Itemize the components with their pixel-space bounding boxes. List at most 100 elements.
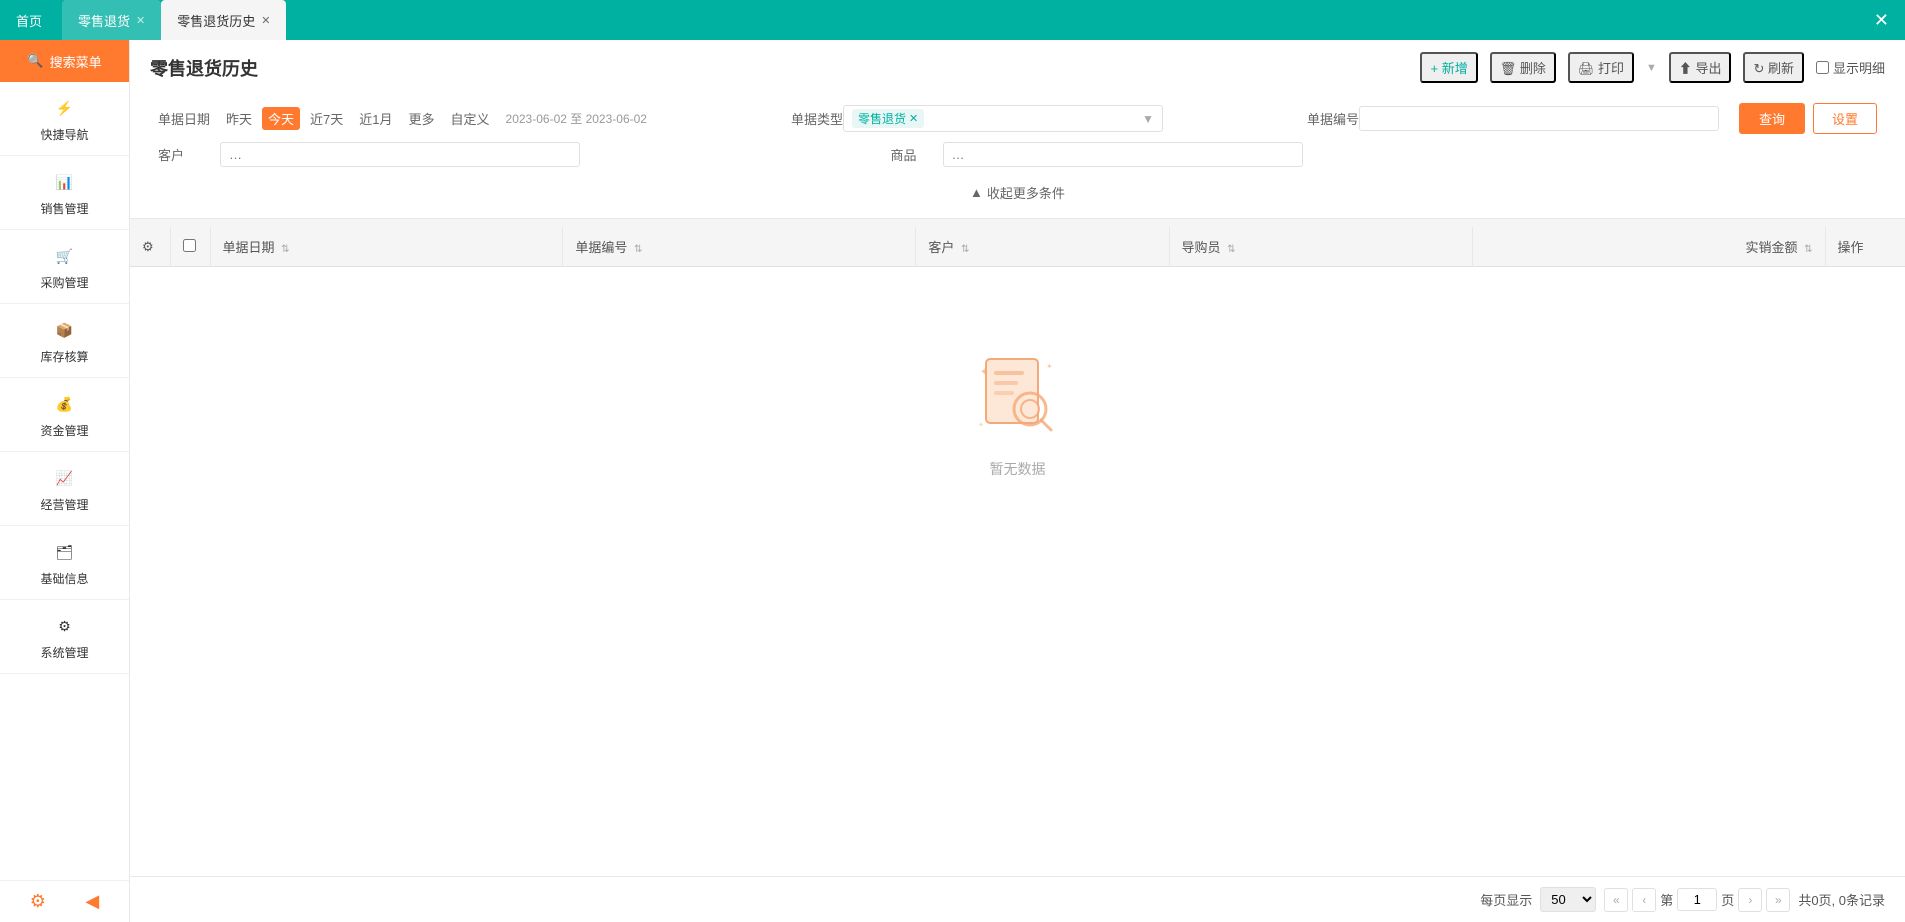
th-actions: 操作 <box>1825 227 1905 267</box>
goods-label: 商品 <box>883 145 943 164</box>
empty-state: ✦ ✦ ✦ 暂无数据 <box>130 267 1905 559</box>
table-area: ⚙ 单据日期 ⇅ 单据编号 ⇅ <box>130 227 1905 876</box>
tab-retail-return-history-label: 零售退货历史 <box>177 11 255 30</box>
sidebar-item-system-label: 系统管理 <box>40 644 88 661</box>
sort-guide-icon: ⇅ <box>1227 244 1235 255</box>
sidebar: 🔍 搜索菜单 ⚡ 快捷导航 📊 销售管理 🛒 采购管理 📦 库存核算 💰 资金管… <box>0 40 130 922</box>
th-amount[interactable]: 实销金额 ⇅ <box>1472 227 1825 267</box>
sidebar-item-finance-label: 资金管理 <box>40 422 88 439</box>
page-number-input[interactable] <box>1677 888 1717 911</box>
tab-retail-return[interactable]: 零售退货 ✕ <box>62 0 161 40</box>
date-opt-yesterday[interactable]: 昨天 <box>220 107 258 130</box>
tab-home-label: 首页 <box>16 11 42 30</box>
tab-retail-return-history-close[interactable]: ✕ <box>261 14 270 27</box>
refresh-button[interactable]: ↻ 刷新 <box>1743 52 1804 83</box>
date-label: 单据日期 <box>150 109 220 128</box>
svg-text:✦: ✦ <box>980 367 988 378</box>
finance-icon: 💰 <box>51 390 79 418</box>
sort-customer-icon: ⇅ <box>961 244 969 255</box>
sidebar-search[interactable]: 🔍 搜索菜单 <box>0 40 129 82</box>
sidebar-item-quick-nav[interactable]: ⚡ 快捷导航 <box>0 82 129 156</box>
filter-area: 单据日期 昨天 今天 近7天 近1月 更多 自定义 2023-06-02 至 2… <box>150 95 1885 218</box>
th-customer[interactable]: 客户 ⇅ <box>916 227 1169 267</box>
empty-icon: ✦ ✦ ✦ <box>968 347 1068 447</box>
per-page-select[interactable]: 50 10 20 100 <box>1540 887 1596 912</box>
first-page-btn[interactable]: « <box>1604 888 1628 912</box>
type-filter[interactable]: 零售退货 ✕ ▼ <box>843 105 1163 132</box>
sidebar-item-base-info-label: 基础信息 <box>40 570 88 587</box>
sidebar-item-purchase-mgmt-label: 采购管理 <box>40 274 88 291</box>
print-dropdown-icon[interactable]: ▼ <box>1646 62 1657 74</box>
top-bar: 首页 零售退货 ✕ 零售退货历史 ✕ ✕ <box>0 0 1905 40</box>
th-check[interactable] <box>170 227 210 267</box>
sidebar-item-inventory[interactable]: 📦 库存核算 <box>0 304 129 378</box>
date-opt-7days[interactable]: 近7天 <box>304 107 349 130</box>
sort-date-icon: ⇅ <box>281 244 289 255</box>
sidebar-item-base-info[interactable]: 🗂 基础信息 <box>0 526 129 600</box>
tab-list: 首页 零售退货 ✕ 零售退货历史 ✕ <box>0 0 1874 40</box>
select-all-checkbox[interactable] <box>183 239 196 252</box>
th-settings[interactable]: ⚙ <box>130 227 170 267</box>
type-tag-value: 零售退货 <box>858 110 906 127</box>
show-detail-label: 显示明细 <box>1816 58 1885 77</box>
tab-retail-return-close[interactable]: ✕ <box>136 14 145 27</box>
sidebar-item-purchase-mgmt[interactable]: 🛒 采购管理 <box>0 230 129 304</box>
th-number[interactable]: 单据编号 ⇅ <box>563 227 916 267</box>
id-input[interactable] <box>1359 106 1719 131</box>
tab-home[interactable]: 首页 <box>0 0 58 40</box>
page-header-top: 零售退货历史 + 新增 🗑 删除 🖨 打印 ▼ ⬆ 导出 ↻ 刷新 显示明细 <box>150 52 1885 83</box>
total-info: 共0页, 0条记录 <box>1798 890 1885 909</box>
new-button[interactable]: + 新增 <box>1420 52 1477 83</box>
sidebar-item-operations-label: 经营管理 <box>40 496 88 513</box>
last-page-btn[interactable]: » <box>1766 888 1790 912</box>
main-layout: 🔍 搜索菜单 ⚡ 快捷导航 📊 销售管理 🛒 采购管理 📦 库存核算 💰 资金管… <box>0 40 1905 922</box>
empty-text: 暂无数据 <box>990 459 1046 479</box>
content-area: 零售退货历史 + 新增 🗑 删除 🖨 打印 ▼ ⬆ 导出 ↻ 刷新 显示明细 <box>130 40 1905 922</box>
inventory-icon: 📦 <box>51 316 79 344</box>
date-opt-more[interactable]: 更多 <box>403 107 441 130</box>
id-label: 单据编号 <box>1299 109 1359 128</box>
sidebar-item-system[interactable]: ⚙ 系统管理 <box>0 600 129 674</box>
export-button[interactable]: ⬆ 导出 <box>1669 52 1732 83</box>
th-date[interactable]: 单据日期 ⇅ <box>210 227 563 267</box>
sidebar-item-quick-nav-label: 快捷导航 <box>40 126 88 143</box>
purchase-mgmt-icon: 🛒 <box>51 242 79 270</box>
sales-mgmt-icon: 📊 <box>51 168 79 196</box>
collapse-up-icon: ▲ <box>970 185 983 200</box>
type-dropdown-icon[interactable]: ▼ <box>1142 112 1154 126</box>
type-tag-close[interactable]: ✕ <box>909 112 918 125</box>
goods-input[interactable] <box>943 142 1303 167</box>
show-detail-checkbox[interactable] <box>1816 61 1829 74</box>
prev-page-btn[interactable]: ‹ <box>1632 888 1656 912</box>
th-guide[interactable]: 导购员 ⇅ <box>1169 227 1472 267</box>
page-header: 零售退货历史 + 新增 🗑 删除 🖨 打印 ▼ ⬆ 导出 ↻ 刷新 显示明细 <box>130 40 1905 219</box>
sidebar-collapse-btn[interactable]: ◀ <box>85 891 99 912</box>
per-page-label: 每页显示 <box>1480 890 1532 909</box>
date-opt-custom[interactable]: 自定义 <box>445 107 496 130</box>
sort-number-icon: ⇅ <box>634 244 642 255</box>
sidebar-item-finance[interactable]: 💰 资金管理 <box>0 378 129 452</box>
next-page-btn[interactable]: › <box>1738 888 1762 912</box>
sidebar-item-sales-mgmt[interactable]: 📊 销售管理 <box>0 156 129 230</box>
sidebar-item-inventory-label: 库存核算 <box>40 348 88 365</box>
setting-button[interactable]: 设置 <box>1813 103 1877 134</box>
search-icon: 🔍 <box>27 53 43 69</box>
date-opt-today[interactable]: 今天 <box>262 107 300 130</box>
page-nav: « ‹ 第 页 › » <box>1604 888 1790 912</box>
sidebar-item-operations[interactable]: 📈 经营管理 <box>0 452 129 526</box>
print-button[interactable]: 🖨 打印 <box>1568 52 1634 83</box>
settings-icon[interactable]: ⚙ <box>142 239 154 254</box>
sort-amount-icon: ⇅ <box>1804 244 1812 255</box>
quick-nav-icon: ⚡ <box>51 94 79 122</box>
date-opt-1month[interactable]: 近1月 <box>353 107 398 130</box>
window-close-btn[interactable]: ✕ <box>1874 10 1905 31</box>
customer-input[interactable] <box>220 142 580 167</box>
tab-retail-return-history[interactable]: 零售退货历史 ✕ <box>161 0 286 40</box>
delete-button[interactable]: 🗑 删除 <box>1490 52 1556 83</box>
collapse-row: ▲ 收起更多条件 <box>150 175 1885 210</box>
svg-text:✦: ✦ <box>1046 362 1053 371</box>
sidebar-item-sales-mgmt-label: 销售管理 <box>40 200 88 217</box>
collapse-button[interactable]: ▲ 收起更多条件 <box>970 183 1065 202</box>
sidebar-settings-btn[interactable]: ⚙ <box>30 891 46 912</box>
query-button[interactable]: 查询 <box>1739 103 1805 134</box>
